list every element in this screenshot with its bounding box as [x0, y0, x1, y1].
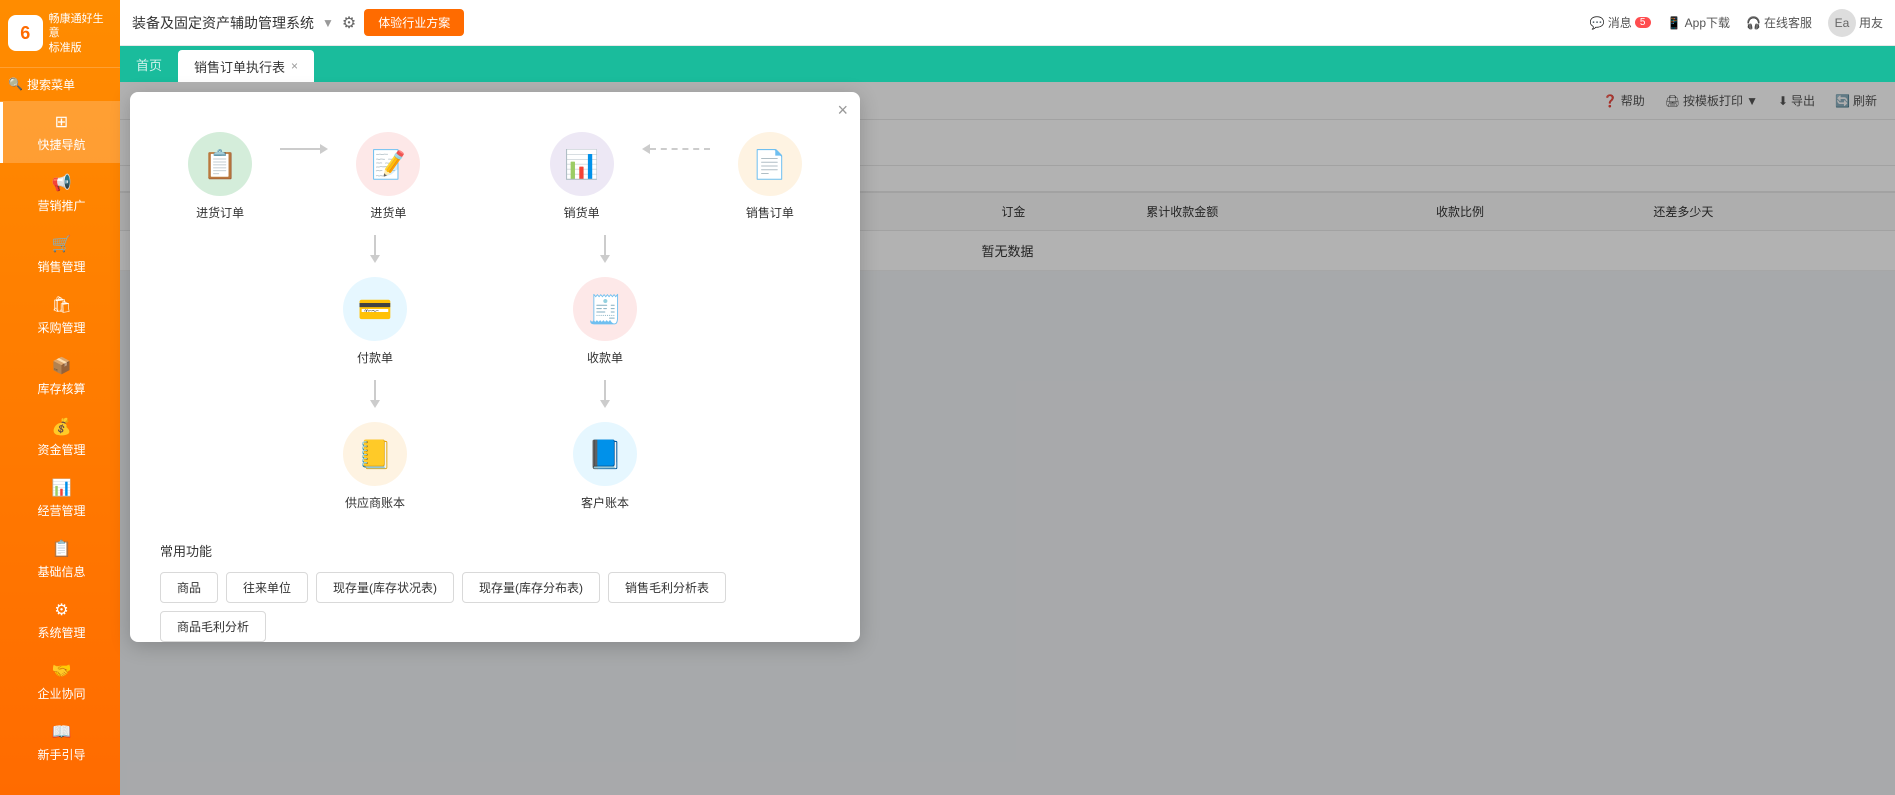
header-right: 💬 消息 5 📱 App下载 🎧 在线客服 Ea 用友 — [1590, 9, 1883, 37]
sidebar-item-sales[interactable]: 🛒 销售管理 — [0, 224, 120, 285]
cooperation-icon: 🤝 — [52, 661, 72, 681]
sidebar-item-marketing[interactable]: 📢 营销推广 — [0, 163, 120, 224]
basic-info-icon: 📋 — [52, 539, 72, 559]
customer-ledger-icon: 📘 — [588, 438, 623, 471]
modal-close-button[interactable]: × — [837, 100, 848, 121]
flow-sales-bill[interactable]: 📊 销货单 — [521, 122, 641, 231]
receipt-bill-icon: 🧾 — [588, 293, 623, 326]
sidebar-item-system[interactable]: ⚙ 系统管理 — [0, 590, 120, 651]
app-download-button[interactable]: 📱 App下载 — [1667, 14, 1730, 31]
flow-modal: × 📋 进货订单 📝 — [130, 92, 860, 642]
sidebar-item-basic-info[interactable]: 📋 基础信息 — [0, 529, 120, 590]
message-icon: 💬 — [1590, 16, 1605, 30]
func-btn-product-margin[interactable]: 商品毛利分析 — [160, 611, 266, 642]
sales-order-icon: 📄 — [752, 148, 787, 181]
sales-bill-icon: 📊 — [564, 148, 599, 181]
receipt-bill-label: 收款单 — [587, 349, 623, 366]
sidebar-item-tutorial[interactable]: 📖 新手引导 — [0, 712, 120, 773]
func-btn-stock-status[interactable]: 现存量(库存状况表) — [316, 572, 454, 603]
sales-icon: 🛒 — [52, 234, 72, 254]
func-btn-stock-dist[interactable]: 现存量(库存分布表) — [462, 572, 600, 603]
sidebar-item-inventory[interactable]: 📦 库存核算 — [0, 346, 120, 407]
sales-order-label: 销售订单 — [746, 204, 794, 221]
flow-payment-bill[interactable]: 💳 付款单 — [290, 267, 460, 376]
purchase-order-label: 进货订单 — [196, 204, 244, 221]
download-icon: 📱 — [1667, 16, 1682, 30]
tab-close-icon[interactable]: × — [291, 59, 298, 73]
system-icon: ⚙ — [54, 600, 68, 620]
arrow-sales-bill-down — [540, 235, 670, 263]
dropdown-arrow-icon[interactable]: ▼ — [322, 16, 334, 30]
common-functions-row1: 商品 往来单位 现存量(库存状况表) 现存量(库存分布表) 销售毛利分析表 商品… — [160, 572, 830, 642]
supplier-ledger-icon: 📒 — [358, 438, 393, 471]
func-btn-product[interactable]: 商品 — [160, 572, 218, 603]
purchase-order-icon: 📋 — [203, 148, 238, 181]
arrow-purchase-bill-down — [290, 235, 460, 263]
purchase-bill-label: 进货单 — [370, 204, 406, 221]
func-btn-sales-margin[interactable]: 销售毛利分析表 — [608, 572, 726, 603]
flow-supplier-ledger[interactable]: 📒 供应商账本 — [290, 412, 460, 521]
flow-receipt-bill[interactable]: 🧾 收款单 — [540, 267, 670, 376]
header: 装备及固定资产辅助管理系统 ▼ ⚙ 体验行业方案 💬 消息 5 📱 App下载 … — [120, 0, 1895, 46]
user-menu[interactable]: Ea 用友 — [1828, 9, 1883, 37]
tab-home[interactable]: 首页 — [120, 46, 178, 82]
online-service-button[interactable]: 🎧 在线客服 — [1746, 14, 1812, 31]
flow-section: 📋 进货订单 📝 进货单 — [130, 92, 860, 541]
sidebar-item-finance[interactable]: 💰 资金管理 — [0, 407, 120, 468]
sidebar-item-purchase[interactable]: 🛍 采购管理 — [0, 285, 120, 346]
flow-purchase-order[interactable]: 📋 进货订单 — [160, 122, 280, 231]
tutorial-icon: 📖 — [52, 722, 72, 742]
arrow-purchase-order-to-bill — [280, 144, 328, 154]
customer-ledger-label: 客户账本 — [581, 494, 629, 511]
settings-icon[interactable]: ⚙ — [342, 13, 356, 33]
try-industry-button[interactable]: 体验行业方案 — [364, 9, 464, 36]
search-menu[interactable]: 🔍 搜索菜单 — [0, 68, 120, 102]
sidebar-logo: 6 畅康通好生意 标准版 — [0, 0, 120, 68]
purchase-icon: 🛍 — [51, 295, 71, 315]
purchase-bill-icon: 📝 — [371, 148, 406, 181]
finance-icon: 💰 — [52, 417, 72, 437]
inventory-icon: 📦 — [52, 356, 72, 376]
payment-bill-icon: 💳 — [358, 293, 393, 326]
common-functions-title: 常用功能 — [160, 541, 830, 560]
logo-text: 畅康通好生意 标准版 — [49, 12, 112, 55]
logo-icon: 6 — [8, 15, 43, 51]
sidebar-item-operations[interactable]: 📊 经营管理 — [0, 468, 120, 529]
avatar: Ea — [1828, 9, 1856, 37]
quick-nav-icon: ⊞ — [55, 112, 68, 132]
common-functions-section: 常用功能 商品 往来单位 现存量(库存状况表) 现存量(库存分布表) 销售毛利分… — [130, 541, 860, 642]
system-title: 装备及固定资产辅助管理系统 — [132, 13, 314, 33]
arrow-payment-bill-down — [290, 380, 460, 408]
modal-overlay[interactable]: × 📋 进货订单 📝 — [120, 82, 1895, 795]
func-btn-counterparty[interactable]: 往来单位 — [226, 572, 308, 603]
flow-purchase-bill[interactable]: 📝 进货单 — [328, 122, 448, 231]
sidebar: 6 畅康通好生意 标准版 🔍 搜索菜单 ⊞ 快捷导航 📢 营销推广 🛒 销售管理… — [0, 0, 120, 795]
sidebar-item-quick-nav[interactable]: ⊞ 快捷导航 — [0, 102, 120, 163]
flow-customer-ledger[interactable]: 📘 客户账本 — [540, 412, 670, 521]
payment-bill-label: 付款单 — [357, 349, 393, 366]
supplier-ledger-label: 供应商账本 — [345, 494, 405, 511]
tab-bar: 首页 销售订单执行表 × — [120, 46, 1895, 82]
search-icon: 🔍 — [8, 77, 23, 91]
operations-icon: 📊 — [52, 478, 72, 498]
sidebar-item-cooperation[interactable]: 🤝 企业协同 — [0, 651, 120, 712]
arrow-sales-order-to-bill — [642, 144, 710, 154]
sidebar-nav: ⊞ 快捷导航 📢 营销推广 🛒 销售管理 🛍 采购管理 📦 库存核算 💰 资金管… — [0, 102, 120, 795]
sales-bill-label: 销货单 — [564, 204, 600, 221]
message-badge: 5 — [1635, 17, 1651, 28]
marketing-icon: 📢 — [52, 173, 72, 193]
tab-sales-order-exec[interactable]: 销售订单执行表 × — [178, 50, 314, 82]
message-button[interactable]: 💬 消息 5 — [1590, 14, 1651, 31]
service-icon: 🎧 — [1746, 16, 1761, 30]
flow-sales-order[interactable]: 📄 销售订单 — [710, 122, 830, 231]
arrow-receipt-bill-down — [540, 380, 670, 408]
